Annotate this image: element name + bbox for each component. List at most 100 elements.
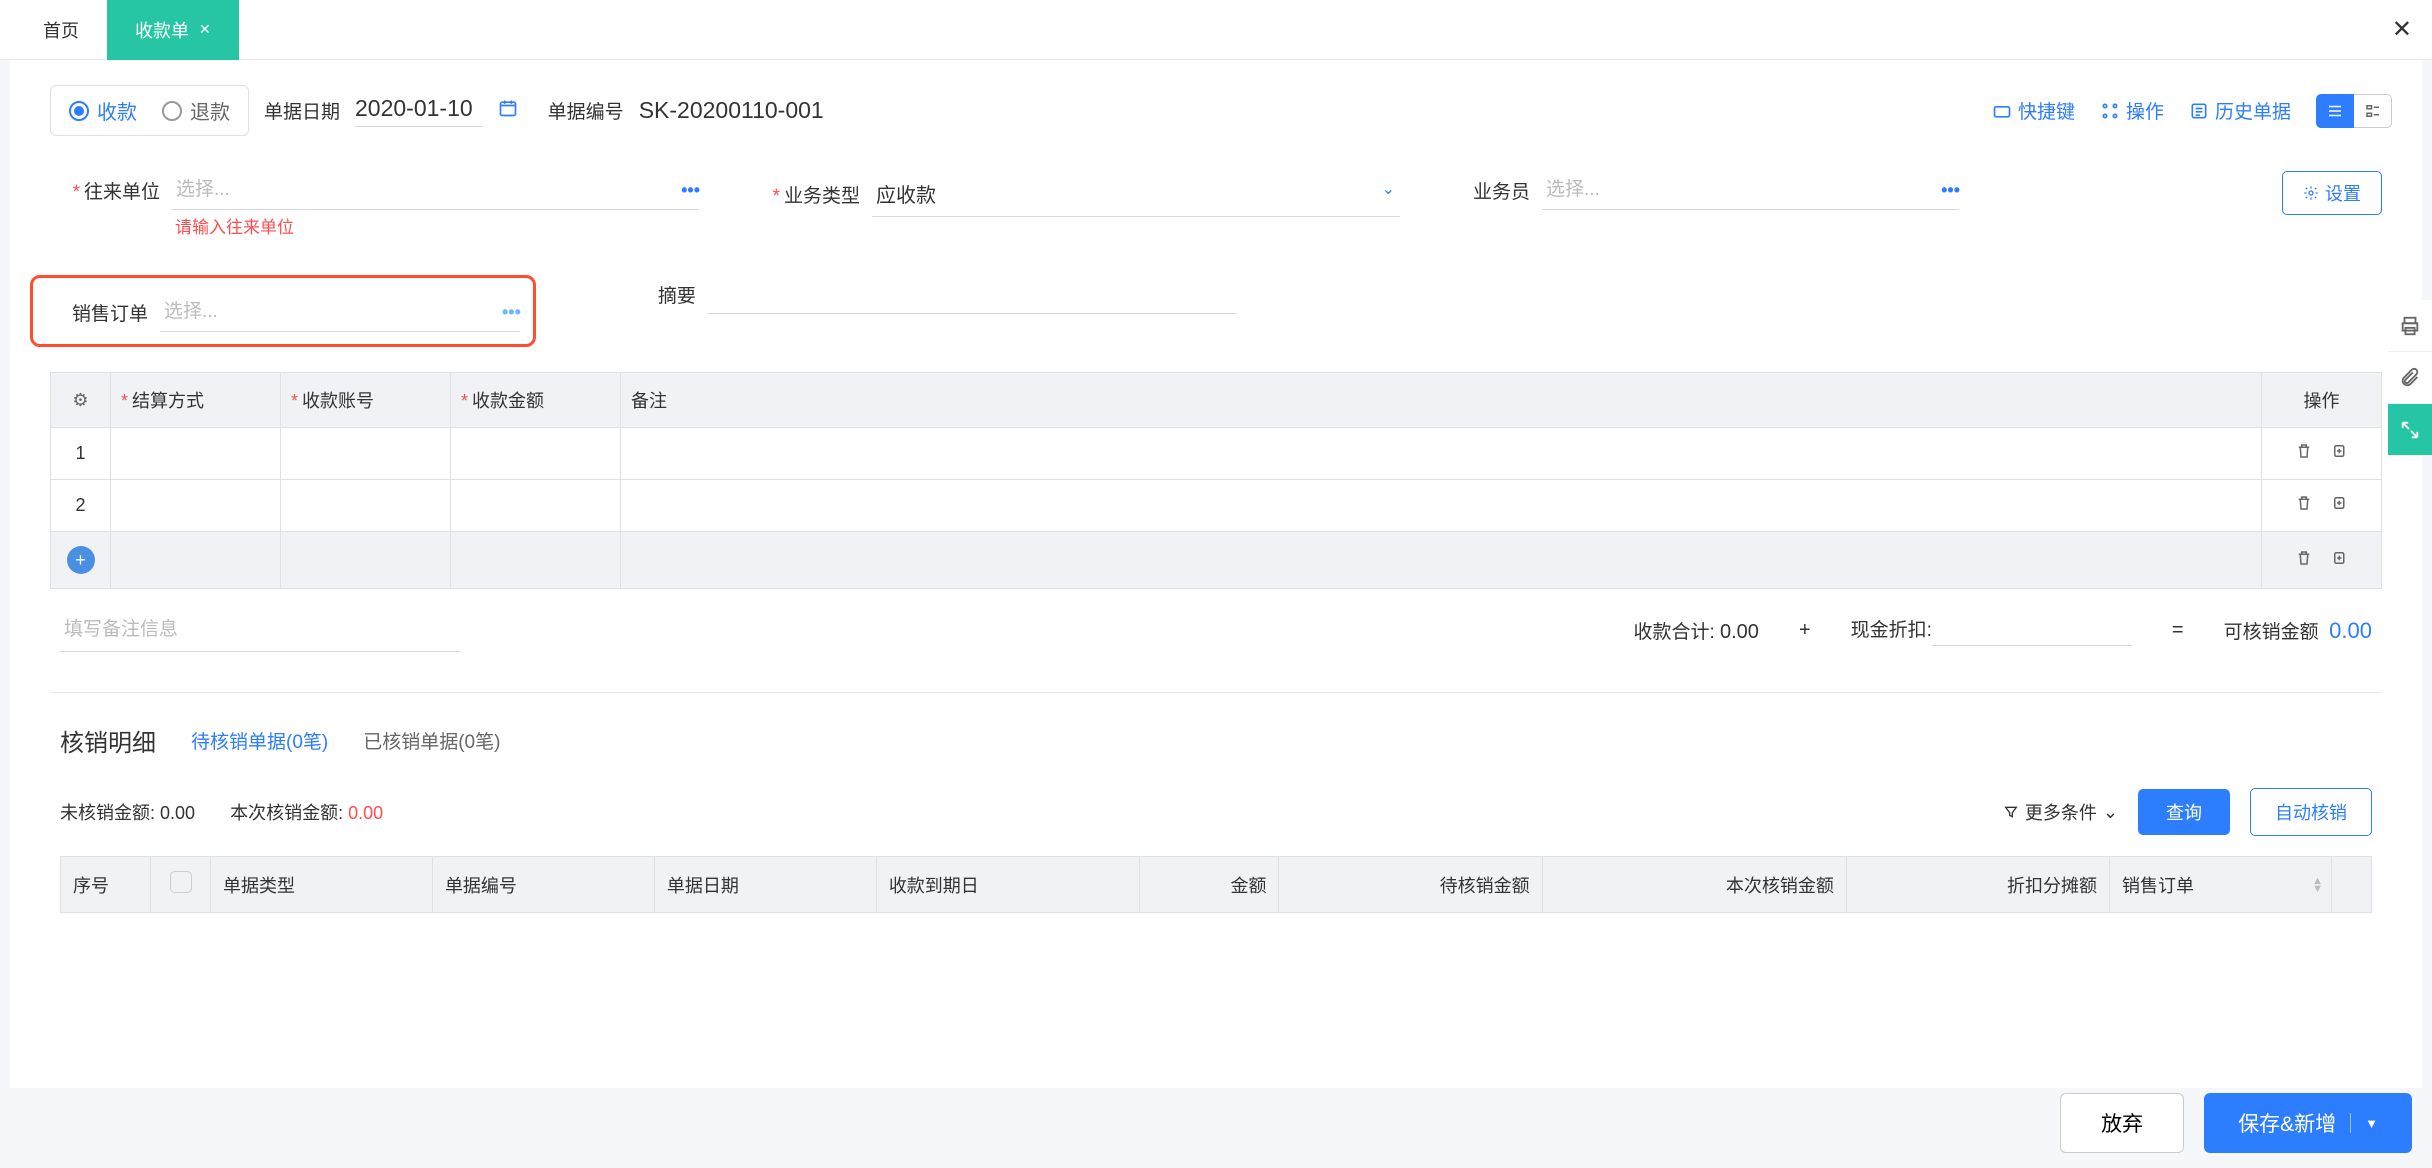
copy-icon[interactable] [2331, 494, 2349, 517]
more-conditions-label: 更多条件 [2025, 799, 2097, 825]
salesorder-input[interactable] [160, 293, 520, 332]
this-writeoff-value: 0.00 [348, 803, 383, 823]
th-remark: 备注 [621, 373, 2262, 428]
receipt-type-radio: 收款 退款 [50, 85, 249, 136]
rail-expand-button[interactable] [2388, 404, 2432, 456]
discount-label: 现金折扣: [1851, 620, 1932, 641]
col-extra [2332, 857, 2372, 913]
equals-sign: = [2172, 619, 2184, 642]
discount-input[interactable] [1932, 618, 2132, 646]
writeoff-table: 序号 单据类型 单据编号 单据日期 收款到期日 金额 待核销金额 本次核销金额 … [60, 856, 2372, 913]
biztype-value: 应收款 [876, 185, 936, 207]
discard-button[interactable]: 放弃 [2060, 1093, 2184, 1153]
col-no: 单据编号 [432, 857, 654, 913]
operation-label: 操作 [2126, 97, 2164, 124]
save-label: 保存&新增 [2238, 1108, 2336, 1138]
view-form-button[interactable] [2354, 94, 2392, 128]
date-value[interactable]: 2020-01-10 [355, 95, 483, 127]
col-this: 本次核销金额 [1542, 857, 1846, 913]
summary-input[interactable] [708, 275, 1236, 314]
rail-attachment-button[interactable] [2388, 352, 2432, 404]
tab-done[interactable]: 已核销单据(0笔) [363, 727, 500, 754]
radio-refund[interactable]: 退款 [162, 96, 230, 125]
ellipsis-icon[interactable]: ••• [681, 180, 700, 201]
tab-label: 收款单 [135, 17, 189, 43]
th-amount: 收款金额 [472, 391, 544, 411]
calendar-icon[interactable] [498, 98, 518, 124]
copy-icon[interactable] [2331, 442, 2349, 465]
save-button[interactable]: 保存&新增 ▼ [2204, 1093, 2412, 1153]
cell-method[interactable] [111, 480, 281, 532]
shortcut-link[interactable]: 快捷键 [1992, 97, 2075, 124]
auto-writeoff-button[interactable]: 自动核销 [2250, 788, 2372, 836]
clerk-input[interactable] [1542, 171, 1959, 210]
cell-account[interactable] [281, 428, 451, 480]
party-error: 请输入往来单位 [175, 213, 294, 238]
remarks-input[interactable] [60, 609, 460, 652]
salesorder-label: 销售订单 [63, 299, 148, 326]
row-index: 2 [51, 480, 111, 532]
tab-home[interactable]: 首页 [15, 0, 107, 60]
biztype-select[interactable]: 应收款 ⌄ [872, 171, 1400, 217]
summary-label: 摘要 [596, 281, 696, 308]
writeoff-amount-value: 0.00 [2329, 618, 2372, 643]
col-due: 收款到期日 [876, 857, 1139, 913]
ellipsis-icon[interactable]: ••• [502, 302, 521, 323]
ellipsis-icon[interactable]: ••• [1941, 180, 1960, 201]
col-checkbox[interactable] [151, 857, 211, 913]
main-form: 收款 退款 单据日期 2020-01-10 单据编号 SK-20200110-0… [10, 60, 2422, 1088]
tab-pending[interactable]: 待核销单据(0笔) [191, 727, 328, 754]
col-alloc: 折扣分摊额 [1846, 857, 2109, 913]
delete-icon[interactable] [2295, 549, 2313, 572]
radio-label: 退款 [190, 96, 230, 125]
col-amount: 金额 [1139, 857, 1279, 913]
gear-icon: ⚙ [72, 390, 88, 410]
writeoff-title: 核销明细 [60, 723, 156, 758]
delete-icon[interactable] [2295, 442, 2313, 465]
this-writeoff-label: 本次核销金额: [230, 803, 343, 823]
radio-receipt[interactable]: 收款 [69, 96, 137, 125]
settings-button[interactable]: 设置 [2282, 171, 2382, 215]
biztype-label: 业务类型 [784, 186, 860, 207]
history-link[interactable]: 历史单据 [2189, 97, 2291, 124]
col-order[interactable]: 销售订单▲▼ [2110, 857, 2332, 913]
cell-remark[interactable] [621, 428, 2262, 480]
th-method: 结算方式 [132, 391, 204, 411]
view-list-button[interactable] [2316, 94, 2354, 128]
query-button[interactable]: 查询 [2138, 789, 2230, 835]
biztype-field: *业务类型 应收款 ⌄ [760, 171, 1400, 217]
no-label: 单据编号 [548, 97, 624, 124]
cell-amount[interactable] [451, 428, 621, 480]
more-conditions-button[interactable]: 更多条件 ⌄ [2003, 799, 2118, 825]
table-row: 1 [51, 428, 2382, 480]
col-pending: 待核销金额 [1279, 857, 1542, 913]
sum-value: 0.00 [1720, 621, 1759, 643]
radio-icon [69, 101, 89, 121]
writeoff-amount-label: 可核销金额 [2224, 622, 2319, 643]
unwriteoff-label: 未核销金额: [60, 803, 155, 823]
party-label: 往来单位 [84, 182, 160, 203]
date-label: 单据日期 [264, 97, 340, 124]
tab-receipt[interactable]: 收款单 ✕ [107, 0, 239, 60]
cell-account[interactable] [281, 480, 451, 532]
col-seq: 序号 [61, 857, 151, 913]
party-input[interactable] [172, 171, 699, 210]
payment-table: ⚙ *结算方式 *收款账号 *收款金额 备注 操作 1 [50, 372, 2382, 589]
rail-print-button[interactable] [2388, 300, 2432, 352]
close-icon[interactable]: ✕ [2392, 15, 2412, 44]
add-row-button[interactable]: + [67, 546, 95, 574]
cell-remark[interactable] [621, 480, 2262, 532]
copy-icon[interactable] [2331, 549, 2349, 572]
cell-amount[interactable] [451, 480, 621, 532]
radio-label: 收款 [97, 96, 137, 125]
history-label: 历史单据 [2215, 97, 2291, 124]
operation-link[interactable]: 操作 [2100, 97, 2164, 124]
summary-field: 摘要 [596, 275, 1236, 314]
cell-method[interactable] [111, 428, 281, 480]
settings-column[interactable]: ⚙ [51, 373, 111, 428]
sort-icon: ▲▼ [2312, 877, 2323, 893]
close-icon[interactable]: ✕ [199, 21, 211, 38]
row-index: 1 [51, 428, 111, 480]
delete-icon[interactable] [2295, 494, 2313, 517]
party-field: *往来单位 ••• 请输入往来单位 [60, 171, 700, 210]
